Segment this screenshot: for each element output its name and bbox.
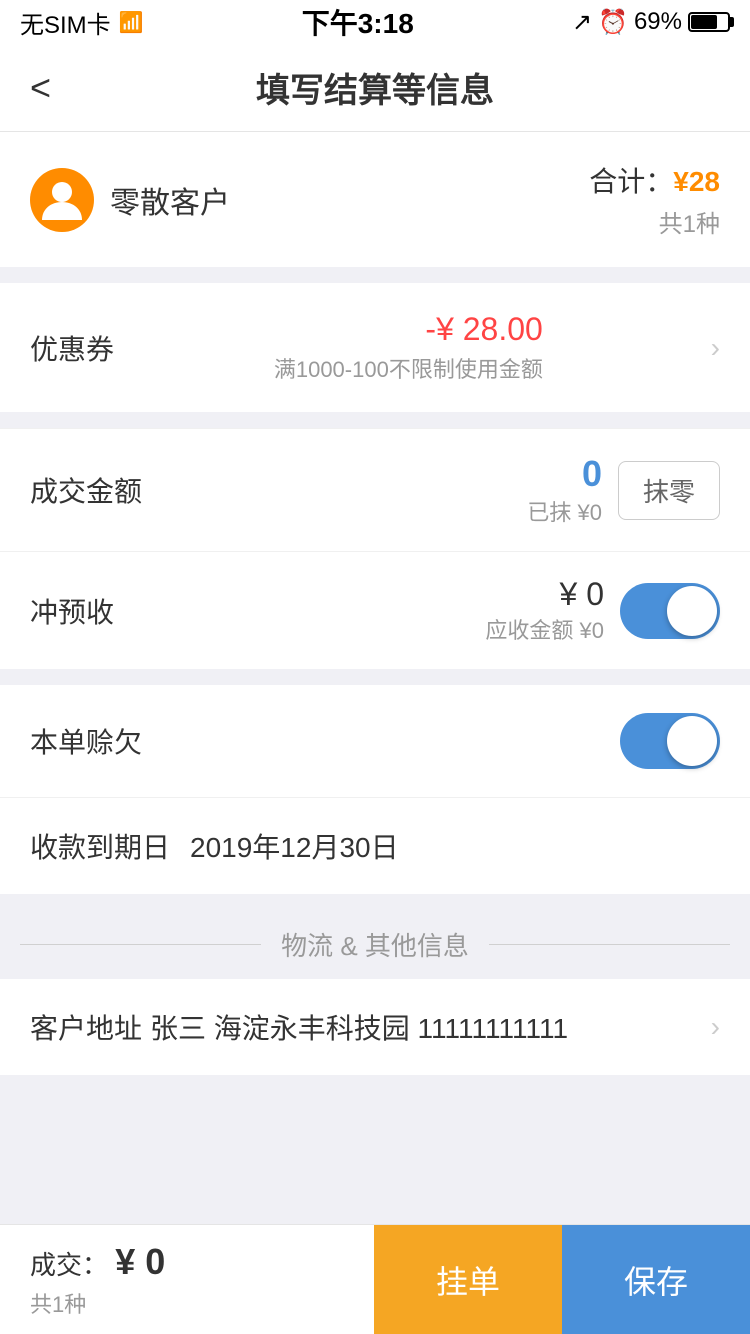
- location-icon: ↗: [572, 8, 592, 37]
- status-bar: 无SIM卡 📶 下午3:18 ↗ ⏰ 69%: [0, 0, 750, 44]
- customer-row: 零散客户 合计：¥28 共1种: [0, 132, 750, 267]
- customer-summary: 合计：¥28 共1种: [589, 160, 720, 239]
- deal-row: 成交金额 0 已抹 ¥0 抹零: [0, 428, 750, 551]
- battery-icon: [688, 12, 730, 32]
- advance-toggle[interactable]: [620, 583, 720, 639]
- address-value: 张三 海淀永丰科技园 11111111111: [150, 1007, 703, 1047]
- customer-name: 零散客户: [110, 178, 230, 222]
- advance-right: ¥ 0 应收金额 ¥0: [485, 576, 720, 645]
- debt-label: 本单赊欠: [30, 721, 620, 761]
- round-button[interactable]: 抹零: [618, 461, 720, 520]
- carrier-text: 无SIM卡: [20, 5, 111, 40]
- advance-amounts: ¥ 0 应收金额 ¥0: [485, 576, 604, 645]
- avatar: [30, 168, 94, 232]
- address-key: 客户地址: [30, 1007, 150, 1047]
- advance-main-value: ¥ 0: [560, 576, 604, 613]
- logistics-section-header: 物流 & 其他信息: [0, 910, 750, 979]
- debt-toggle[interactable]: [620, 713, 720, 769]
- back-button[interactable]: <: [30, 67, 51, 109]
- customer-card: 零散客户 合计：¥28 共1种: [0, 132, 750, 267]
- transaction-card: 成交金额 0 已抹 ¥0 抹零 冲预收 ¥ 0 应收金额 ¥0: [0, 428, 750, 669]
- debt-card: 本单赊欠 收款到期日 2019年12月30日: [0, 685, 750, 894]
- deal-amount-value: 0: [582, 453, 602, 495]
- bottom-item-count: 共1种: [30, 1287, 344, 1319]
- coupon-value: -¥ 28.00: [425, 311, 542, 348]
- nav-bar: < 填写结算等信息: [0, 44, 750, 132]
- logistics-label: 物流 & 其他信息: [281, 926, 469, 963]
- alarm-icon: ⏰: [598, 8, 628, 37]
- due-date-value: 2019年12月30日: [190, 826, 399, 866]
- due-date-label: 收款到期日: [30, 826, 170, 866]
- deal-amount-wrap: 0 已抹 ¥0: [527, 453, 602, 527]
- bottom-bar: 成交： ¥ 0 共1种 挂单 保存: [0, 1224, 750, 1334]
- battery-text: 69%: [634, 8, 682, 36]
- deal-rounded-label: 已抹 ¥0: [527, 495, 602, 527]
- advance-label: 冲预收: [30, 591, 485, 631]
- address-card[interactable]: 客户地址 张三 海淀永丰科技园 11111111111 ›: [0, 979, 750, 1075]
- wifi-icon: 📶: [119, 10, 144, 35]
- status-time: 下午3:18: [302, 2, 414, 42]
- deal-right: 0 已抹 ¥0 抹零: [527, 453, 720, 527]
- coupon-row[interactable]: 优惠券 -¥ 28.00 满1000-100不限制使用金额 ›: [0, 283, 750, 412]
- save-button[interactable]: 保存: [562, 1225, 750, 1334]
- address-chevron-icon: ›: [711, 1011, 720, 1043]
- bottom-deal: 成交： ¥ 0: [30, 1241, 344, 1283]
- chevron-right-icon: ›: [711, 332, 720, 364]
- status-carrier: 无SIM卡 📶: [20, 5, 144, 40]
- coupon-hint: 满1000-100不限制使用金额: [274, 352, 543, 384]
- toggle-knob: [667, 586, 717, 636]
- address-row[interactable]: 客户地址 张三 海淀永丰科技园 11111111111 ›: [0, 979, 750, 1075]
- coupon-card: 优惠券 -¥ 28.00 满1000-100不限制使用金额 ›: [0, 283, 750, 412]
- debt-row: 本单赊欠: [0, 685, 750, 797]
- hang-button[interactable]: 挂单: [374, 1225, 562, 1334]
- status-right: ↗ ⏰ 69%: [572, 8, 730, 37]
- deal-label: 成交金额: [30, 470, 527, 510]
- person-icon: [38, 176, 86, 224]
- bottom-deal-amount: ¥ 0: [115, 1241, 165, 1282]
- bottom-info: 成交： ¥ 0 共1种: [0, 1241, 374, 1319]
- due-date-row: 收款到期日 2019年12月30日: [0, 797, 750, 894]
- debt-toggle-knob: [667, 716, 717, 766]
- total-label: 合计：¥28: [589, 160, 720, 200]
- page-title: 填写结算等信息: [256, 63, 494, 112]
- content: 零散客户 合计：¥28 共1种 优惠券 -¥ 28.00 满1000-100不限…: [0, 132, 750, 1211]
- item-count: 共1种: [589, 204, 720, 239]
- coupon-right: -¥ 28.00 满1000-100不限制使用金额: [274, 311, 543, 384]
- advance-row: 冲预收 ¥ 0 应收金额 ¥0: [0, 551, 750, 669]
- coupon-label: 优惠券: [30, 328, 114, 368]
- bottom-deal-prefix: 成交：: [30, 1250, 108, 1280]
- advance-sub-value: 应收金额 ¥0: [485, 613, 604, 645]
- customer-left: 零散客户: [30, 168, 230, 232]
